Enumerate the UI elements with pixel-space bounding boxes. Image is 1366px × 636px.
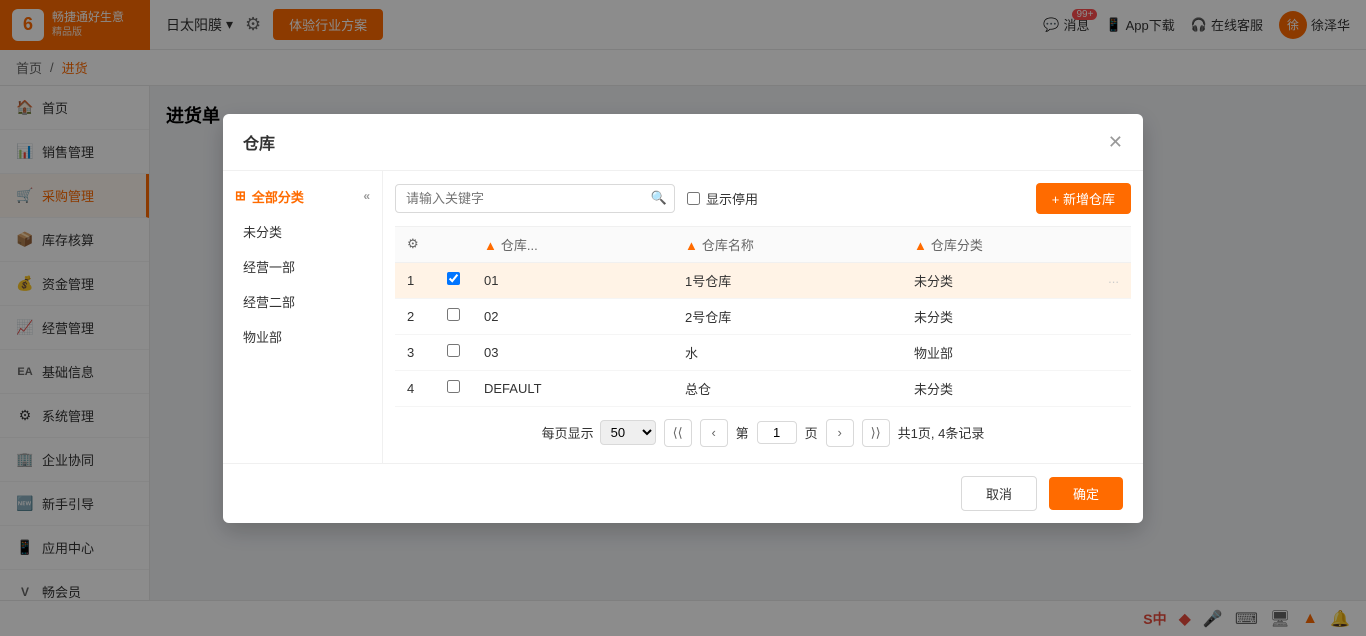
row-name: 总仓	[673, 370, 902, 406]
cancel-button[interactable]: 取消	[961, 476, 1037, 511]
table-area: 🔍 显示停用 + 新增仓库 ⚙	[383, 171, 1143, 463]
warehouse-table-wrap: ⚙ ▲仓库... ▲仓库名称 ▲仓库分类 1 01 1号仓库 未分类... 2	[395, 226, 1131, 407]
row-category: 未分类...	[902, 262, 1131, 298]
table-row[interactable]: 4 DEFAULT 总仓 未分类	[395, 370, 1131, 406]
page-input[interactable]	[757, 421, 797, 444]
row-checkbox[interactable]	[435, 262, 472, 298]
row-name: 1号仓库	[673, 262, 902, 298]
row-name: 2号仓库	[673, 298, 902, 334]
category-item-op1[interactable]: 经营一部	[223, 249, 382, 284]
category-sidebar: ⊞ 全部分类 « 未分类 经营一部 经营二部 物业部	[223, 171, 383, 463]
grid-icon: ⊞	[235, 188, 246, 204]
prev-page-button[interactable]: ‹	[700, 419, 728, 447]
row-name: 水	[673, 334, 902, 370]
show-disabled-label[interactable]: 显示停用	[687, 189, 758, 208]
row-no: 2	[395, 298, 435, 334]
page-size-select: 每页显示 50 100 200	[542, 420, 656, 445]
col-category[interactable]: ▲仓库分类	[902, 226, 1131, 262]
col-name[interactable]: ▲仓库名称	[673, 226, 902, 262]
row-no: 4	[395, 370, 435, 406]
confirm-button[interactable]: 确定	[1049, 477, 1123, 510]
row-category: 未分类	[902, 298, 1131, 334]
pagination: 每页显示 50 100 200 ⟨⟨ ‹ 第 页 › ⟩⟩ 共1页, 4条记录	[395, 407, 1131, 451]
first-page-button[interactable]: ⟨⟨	[664, 419, 692, 447]
collapse-button[interactable]: «	[363, 189, 370, 203]
next-page-button[interactable]: ›	[826, 419, 854, 447]
last-page-button[interactable]: ⟩⟩	[862, 419, 890, 447]
table-toolbar: 🔍 显示停用 + 新增仓库	[395, 183, 1131, 214]
search-wrap: 🔍	[395, 184, 675, 213]
table-row[interactable]: 1 01 1号仓库 未分类...	[395, 262, 1131, 298]
search-icon[interactable]: 🔍	[651, 190, 667, 206]
add-warehouse-button[interactable]: + 新增仓库	[1036, 183, 1131, 214]
col-code[interactable]: ▲仓库...	[472, 226, 673, 262]
table-row[interactable]: 2 02 2号仓库 未分类	[395, 298, 1131, 334]
show-disabled-checkbox[interactable]	[687, 192, 700, 205]
warehouse-modal: 仓库 ✕ ⊞ 全部分类 « 未分类 经营一部 经营二部 物业部	[223, 114, 1143, 523]
modal-close-button[interactable]: ✕	[1108, 133, 1123, 151]
modal-footer: 取消 确定	[223, 463, 1143, 523]
row-category: 物业部	[902, 334, 1131, 370]
row-actions-icon[interactable]: ...	[1108, 271, 1119, 286]
category-item-op2[interactable]: 经营二部	[223, 284, 382, 319]
table-row[interactable]: 3 03 水 物业部	[395, 334, 1131, 370]
row-code: DEFAULT	[472, 370, 673, 406]
col-settings[interactable]: ⚙	[395, 226, 435, 262]
category-header-label: 全部分类	[252, 187, 304, 206]
page-size-dropdown[interactable]: 50 100 200	[600, 420, 656, 445]
row-code: 02	[472, 298, 673, 334]
warehouse-table: ⚙ ▲仓库... ▲仓库名称 ▲仓库分类 1 01 1号仓库 未分类... 2	[395, 226, 1131, 407]
modal-body: ⊞ 全部分类 « 未分类 经营一部 经营二部 物业部 🔍	[223, 171, 1143, 463]
modal-overlay: 仓库 ✕ ⊞ 全部分类 « 未分类 经营一部 经营二部 物业部	[0, 0, 1366, 636]
category-item-property[interactable]: 物业部	[223, 319, 382, 354]
modal-title: 仓库	[243, 130, 275, 154]
category-header: ⊞ 全部分类 «	[223, 179, 382, 214]
total-label: 共1页, 4条记录	[898, 423, 985, 442]
row-checkbox[interactable]	[435, 370, 472, 406]
category-item-unclassified[interactable]: 未分类	[223, 214, 382, 249]
row-checkbox[interactable]	[435, 334, 472, 370]
search-input[interactable]	[395, 184, 675, 213]
row-no: 3	[395, 334, 435, 370]
modal-header: 仓库 ✕	[223, 114, 1143, 171]
row-no: 1	[395, 262, 435, 298]
row-code: 03	[472, 334, 673, 370]
row-category: 未分类	[902, 370, 1131, 406]
col-checkbox	[435, 226, 472, 262]
row-code: 01	[472, 262, 673, 298]
row-checkbox[interactable]	[435, 298, 472, 334]
